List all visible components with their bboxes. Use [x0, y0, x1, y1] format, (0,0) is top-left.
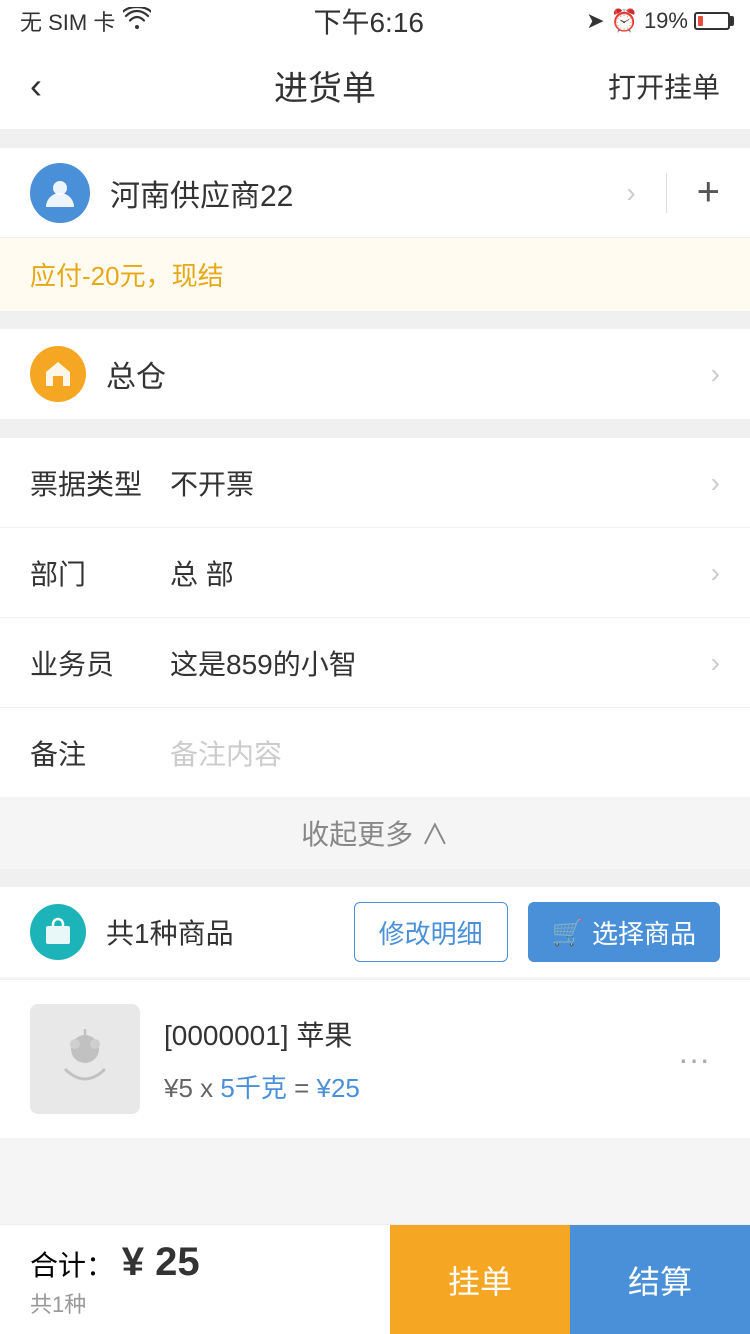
collapse-bar[interactable]: 收起更多 ∧ [0, 797, 750, 869]
supplier-row: 河南供应商22 › + [0, 148, 750, 238]
back-button[interactable]: ‹ [30, 65, 42, 107]
total-label: 合计： [30, 1250, 114, 1281]
total-amount: ¥ 25 [122, 1240, 200, 1284]
status-time: 下午6:16 [313, 1, 424, 41]
location-icon: ➤ [586, 8, 604, 34]
total-row: 合计： ¥ 25 [30, 1240, 360, 1285]
product-info: [0000001] 苹果 ¥5 x 5千克 = ¥25 [164, 1014, 668, 1105]
bottom-bar: 合计： ¥ 25 共1种 挂单 结算 [0, 1224, 750, 1334]
sales-row[interactable]: 业务员 这是859的小智 › [0, 617, 750, 707]
remark-row[interactable]: 备注 备注内容 [0, 707, 750, 797]
select-goods-icon: 🛒 [552, 917, 584, 948]
open-pending-button[interactable]: 打开挂单 [608, 66, 720, 106]
carrier-text: 无 SIM 卡 [20, 5, 115, 37]
supplier-name[interactable]: 河南供应商22 [110, 171, 626, 215]
dept-value: 总 部 [170, 553, 711, 593]
remark-input[interactable]: 备注内容 [170, 733, 720, 773]
total-section: 合计： ¥ 25 共1种 [0, 1240, 390, 1319]
product-thumbnail [30, 1004, 140, 1114]
dept-chevron-icon: › [711, 557, 720, 589]
goods-header: 共1种商品 修改明细 🛒 选择商品 [0, 887, 750, 977]
header: ‹ 进货单 打开挂单 [0, 42, 750, 130]
battery-percent: 19% [644, 8, 688, 34]
checkout-button[interactable]: 结算 [570, 1225, 750, 1334]
product-menu-button[interactable]: ··· [668, 1031, 720, 1088]
sales-chevron-icon: › [711, 647, 720, 679]
supplier-chevron-icon: › [626, 177, 635, 209]
goods-icon [30, 904, 86, 960]
add-supplier-button[interactable]: + [697, 170, 720, 215]
product-item: [0000001] 苹果 ¥5 x 5千克 = ¥25 ··· [0, 979, 750, 1138]
dept-label: 部门 [30, 553, 170, 593]
page-title: 进货单 [274, 61, 376, 110]
alert-notice: 应付-20元，现结 [0, 238, 750, 311]
product-price: ¥5 x 5千克 = ¥25 [164, 1068, 668, 1105]
ticket-type-label: 票据类型 [30, 463, 170, 503]
divider-2 [0, 311, 750, 329]
warehouse-chevron-icon: › [711, 358, 720, 390]
divider-4 [0, 869, 750, 887]
divider-1 [0, 130, 750, 148]
edit-detail-button[interactable]: 修改明细 [354, 902, 508, 962]
warehouse-section: 总仓 › [0, 329, 750, 419]
select-goods-button[interactable]: 🛒 选择商品 [528, 902, 720, 962]
supplier-avatar [30, 163, 90, 223]
sales-label: 业务员 [30, 643, 170, 683]
vertical-divider [666, 173, 667, 213]
supplier-right: › + [626, 170, 720, 215]
remark-label: 备注 [30, 733, 170, 773]
ticket-type-row[interactable]: 票据类型 不开票 › [0, 437, 750, 527]
wifi-icon [123, 7, 151, 35]
warehouse-row[interactable]: 总仓 › [0, 329, 750, 419]
alarm-icon: ⏰ [611, 8, 638, 34]
status-right: ➤ ⏰ 19% [586, 8, 730, 34]
battery-icon [694, 12, 730, 30]
divider-3 [0, 419, 750, 437]
warehouse-name: 总仓 [106, 352, 711, 396]
ticket-chevron-icon: › [711, 467, 720, 499]
total-sub: 共1种 [30, 1287, 360, 1319]
product-name: [0000001] 苹果 [164, 1014, 668, 1054]
dept-row[interactable]: 部门 总 部 › [0, 527, 750, 617]
status-left: 无 SIM 卡 [20, 5, 151, 37]
supplier-section: 河南供应商22 › + 应付-20元，现结 [0, 148, 750, 311]
sales-value: 这是859的小智 [170, 643, 711, 683]
warehouse-icon [30, 346, 86, 402]
status-bar: 无 SIM 卡 下午6:16 ➤ ⏰ 19% [0, 0, 750, 42]
collapse-label: 收起更多 ∧ [301, 813, 449, 853]
pending-button[interactable]: 挂单 [390, 1225, 570, 1334]
goods-count: 共1种商品 [106, 912, 334, 952]
ticket-type-value: 不开票 [170, 463, 711, 503]
form-section: 票据类型 不开票 › 部门 总 部 › 业务员 这是859的小智 › 备注 备注… [0, 437, 750, 797]
